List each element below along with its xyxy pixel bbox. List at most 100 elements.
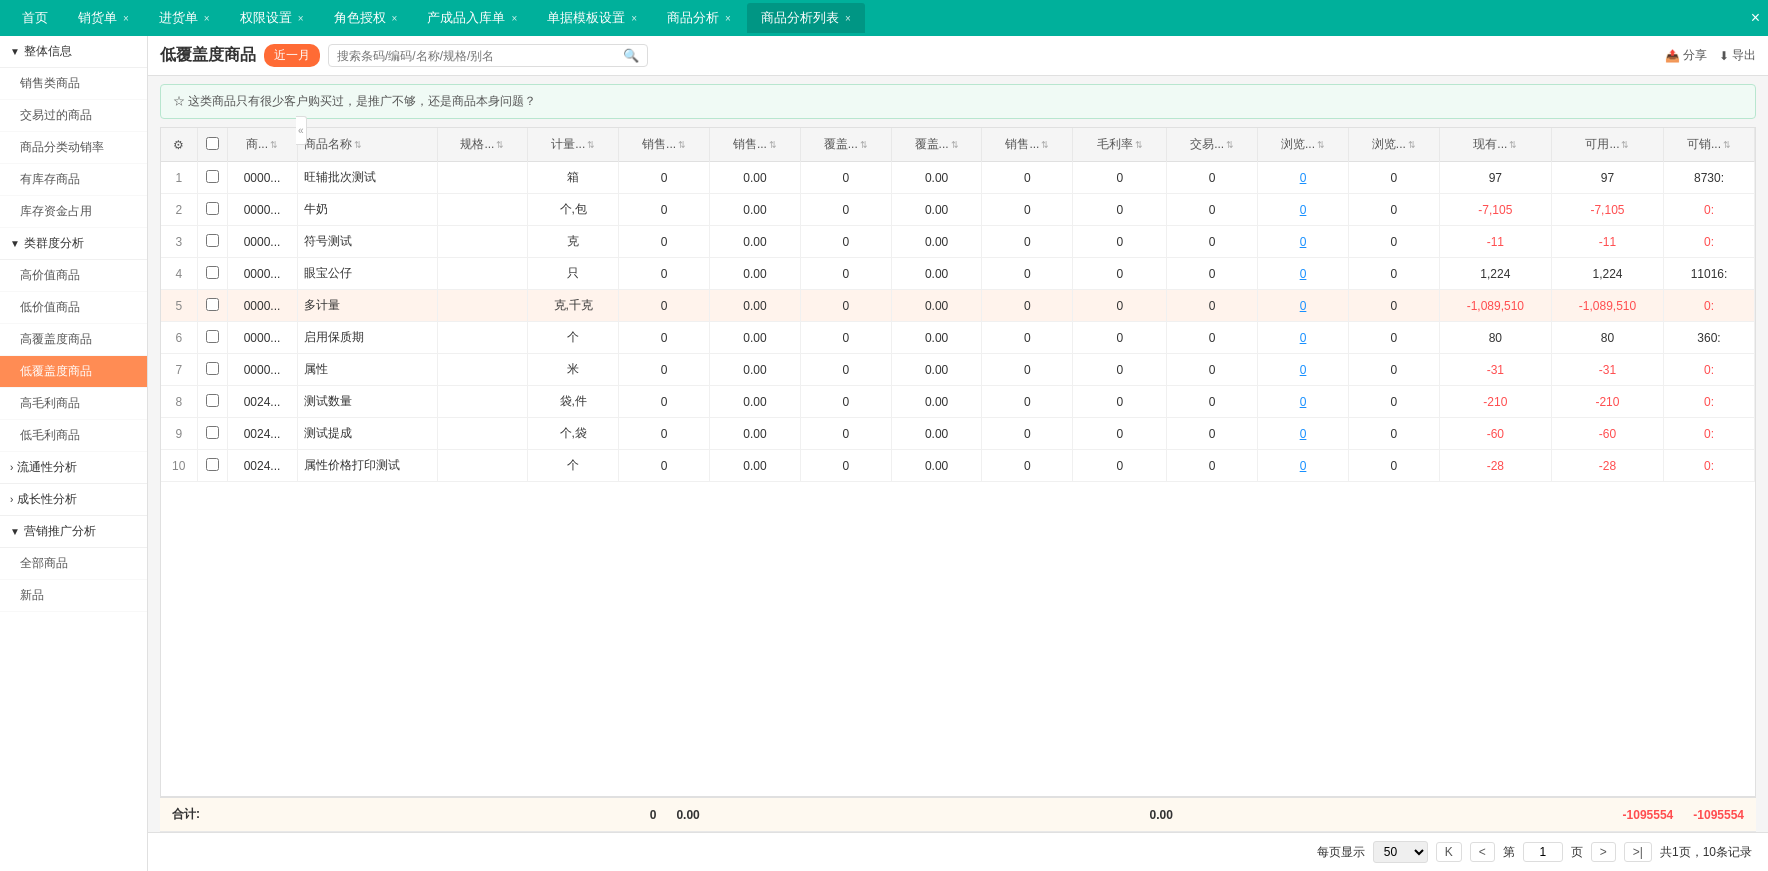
available-col-header[interactable]: 可用...⇅ xyxy=(1551,128,1663,162)
page-size-select[interactable]: 50 20 100 200 xyxy=(1373,841,1428,863)
summary-sales-amt: 0.00 xyxy=(676,808,699,822)
row-browse1[interactable]: 0 xyxy=(1258,322,1349,354)
row-checkbox[interactable] xyxy=(206,362,219,375)
current-col-header[interactable]: 现有...⇅ xyxy=(1439,128,1551,162)
sidebar-item-all-goods[interactable]: 全部商品 xyxy=(0,548,147,580)
row-browse2: 0 xyxy=(1348,386,1439,418)
row-checkbox[interactable] xyxy=(206,298,219,311)
sidebar-section-marketing[interactable]: ▼ 营销推广分析 xyxy=(0,516,147,548)
close-permission-tab[interactable]: × xyxy=(298,13,304,24)
row-browse1[interactable]: 0 xyxy=(1258,226,1349,258)
close-product-tab[interactable]: × xyxy=(511,13,517,24)
select-all-checkbox[interactable] xyxy=(206,137,219,150)
search-input[interactable] xyxy=(337,49,623,63)
close-analysis-tab[interactable]: × xyxy=(725,13,731,24)
sales-qty-col-header[interactable]: 销售...⇅ xyxy=(619,128,710,162)
row-current: -210 xyxy=(1439,386,1551,418)
row-checkbox[interactable] xyxy=(206,394,219,407)
row-checkbox[interactable] xyxy=(206,330,219,343)
close-analysis-list-tab[interactable]: × xyxy=(845,13,851,24)
sales-amt-col-header[interactable]: 销售...⇅ xyxy=(709,128,800,162)
row-sales-x: 0 xyxy=(982,290,1073,322)
last-page-button[interactable]: >| xyxy=(1624,842,1652,862)
nav-tab-role[interactable]: 角色授权 × xyxy=(320,3,412,33)
sidebar-item-new-goods[interactable]: 新品 xyxy=(0,580,147,612)
unit-col-header[interactable]: 计量...⇅ xyxy=(528,128,619,162)
sidebar-item-sales-goods[interactable]: 销售类商品 xyxy=(0,68,147,100)
row-browse1[interactable]: 0 xyxy=(1258,418,1349,450)
row-browse1[interactable]: 0 xyxy=(1258,258,1349,290)
row-browse1[interactable]: 0 xyxy=(1258,354,1349,386)
row-trans: 0 xyxy=(1167,418,1258,450)
row-checkbox[interactable] xyxy=(206,202,219,215)
sidebar-item-high-value[interactable]: 高价值商品 xyxy=(0,260,147,292)
row-cov1: 0 xyxy=(800,162,891,194)
row-cov2: 0.00 xyxy=(891,450,982,482)
sidebar-item-low-margin[interactable]: 低毛利商品 xyxy=(0,420,147,452)
content-area: « 低覆盖度商品 近一月 🔍 📤 分享 ⬇ 导出 ☆ 这类商品只有很少客户购买过… xyxy=(148,36,1768,871)
close-template-tab[interactable]: × xyxy=(631,13,637,24)
sidebar-item-category-rate[interactable]: 商品分类动销率 xyxy=(0,132,147,164)
settings-col-header[interactable]: ⚙ xyxy=(161,128,197,162)
row-available: 97 xyxy=(1551,162,1663,194)
nav-tab-sales[interactable]: 销货单 × xyxy=(64,3,143,33)
code-col-header[interactable]: 商...⇅ xyxy=(227,128,297,162)
row-browse1[interactable]: 0 xyxy=(1258,290,1349,322)
row-available: -7,105 xyxy=(1551,194,1663,226)
row-trans: 0 xyxy=(1167,290,1258,322)
close-sales-tab[interactable]: × xyxy=(123,13,129,24)
close-role-tab[interactable]: × xyxy=(392,13,398,24)
sidebar-item-low-value[interactable]: 低价值商品 xyxy=(0,292,147,324)
next-page-button[interactable]: > xyxy=(1591,842,1616,862)
sidebar-item-traded-goods[interactable]: 交易过的商品 xyxy=(0,100,147,132)
sidebar-item-low-coverage[interactable]: 低覆盖度商品 xyxy=(0,356,147,388)
sidebar-item-high-margin[interactable]: 高毛利商品 xyxy=(0,388,147,420)
nav-tab-purchase[interactable]: 进货单 × xyxy=(145,3,224,33)
coverage2-col-header[interactable]: 覆盖...⇅ xyxy=(891,128,982,162)
nav-tab-product[interactable]: 产成品入库单 × xyxy=(413,3,531,33)
check-col-header[interactable] xyxy=(197,128,227,162)
saleable-col-header[interactable]: 可销...⇅ xyxy=(1664,128,1755,162)
close-all-button[interactable]: × xyxy=(1751,9,1760,27)
sidebar-section-overall[interactable]: ▼ 整体信息 xyxy=(0,36,147,68)
row-checkbox[interactable] xyxy=(206,266,219,279)
row-browse1[interactable]: 0 xyxy=(1258,162,1349,194)
share-button[interactable]: 📤 分享 xyxy=(1665,47,1707,64)
first-page-button[interactable]: K xyxy=(1436,842,1462,862)
page-number-input[interactable] xyxy=(1523,842,1563,862)
row-checkbox[interactable] xyxy=(206,234,219,247)
sidebar-section-liquidity[interactable]: › 流通性分析 xyxy=(0,452,147,484)
row-browse1[interactable]: 0 xyxy=(1258,194,1349,226)
row-browse1[interactable]: 0 xyxy=(1258,386,1349,418)
browse1-col-header[interactable]: 浏览...⇅ xyxy=(1258,128,1349,162)
nav-tab-permission[interactable]: 权限设置 × xyxy=(226,3,318,33)
row-checkbox[interactable] xyxy=(206,426,219,439)
nav-tab-home[interactable]: 首页 xyxy=(8,3,62,33)
period-button[interactable]: 近一月 xyxy=(264,44,320,67)
sidebar-item-in-stock[interactable]: 有库存商品 xyxy=(0,164,147,196)
export-button[interactable]: ⬇ 导出 xyxy=(1719,47,1756,64)
prev-page-button[interactable]: < xyxy=(1470,842,1495,862)
row-browse2: 0 xyxy=(1348,418,1439,450)
name-col-header[interactable]: 商品名称⇅ xyxy=(297,128,437,162)
coverage1-col-header[interactable]: 覆盖...⇅ xyxy=(800,128,891,162)
sidebar-collapse-button[interactable]: « xyxy=(296,116,307,145)
close-purchase-tab[interactable]: × xyxy=(204,13,210,24)
nav-tab-analysis-list[interactable]: 商品分析列表 × xyxy=(747,3,865,33)
row-browse1[interactable]: 0 xyxy=(1258,450,1349,482)
nav-tab-analysis[interactable]: 商品分析 × xyxy=(653,3,745,33)
sidebar-section-cluster[interactable]: ▼ 类群度分析 xyxy=(0,228,147,260)
sales-x-col-header[interactable]: 销售...⇅ xyxy=(982,128,1073,162)
sidebar-item-high-coverage[interactable]: 高覆盖度商品 xyxy=(0,324,147,356)
gross-rate-col-header[interactable]: 毛利率⇅ xyxy=(1073,128,1167,162)
row-checkbox[interactable] xyxy=(206,458,219,471)
spec-col-header[interactable]: 规格...⇅ xyxy=(437,128,528,162)
sidebar-section-growth[interactable]: › 成长性分析 xyxy=(0,484,147,516)
data-table-container[interactable]: ⚙ 商...⇅ 商品名称⇅ 规格...⇅ 计量...⇅ 销售...⇅ 销售...… xyxy=(160,127,1756,797)
transaction-col-header[interactable]: 交易...⇅ xyxy=(1167,128,1258,162)
table-row: 7 0000... 属性 米 0 0.00 0 0.00 0 0 0 0 0 -… xyxy=(161,354,1755,386)
row-checkbox[interactable] xyxy=(206,170,219,183)
nav-tab-template[interactable]: 单据模板设置 × xyxy=(533,3,651,33)
sidebar-item-capital[interactable]: 库存资金占用 xyxy=(0,196,147,228)
browse2-col-header[interactable]: 浏览...⇅ xyxy=(1348,128,1439,162)
